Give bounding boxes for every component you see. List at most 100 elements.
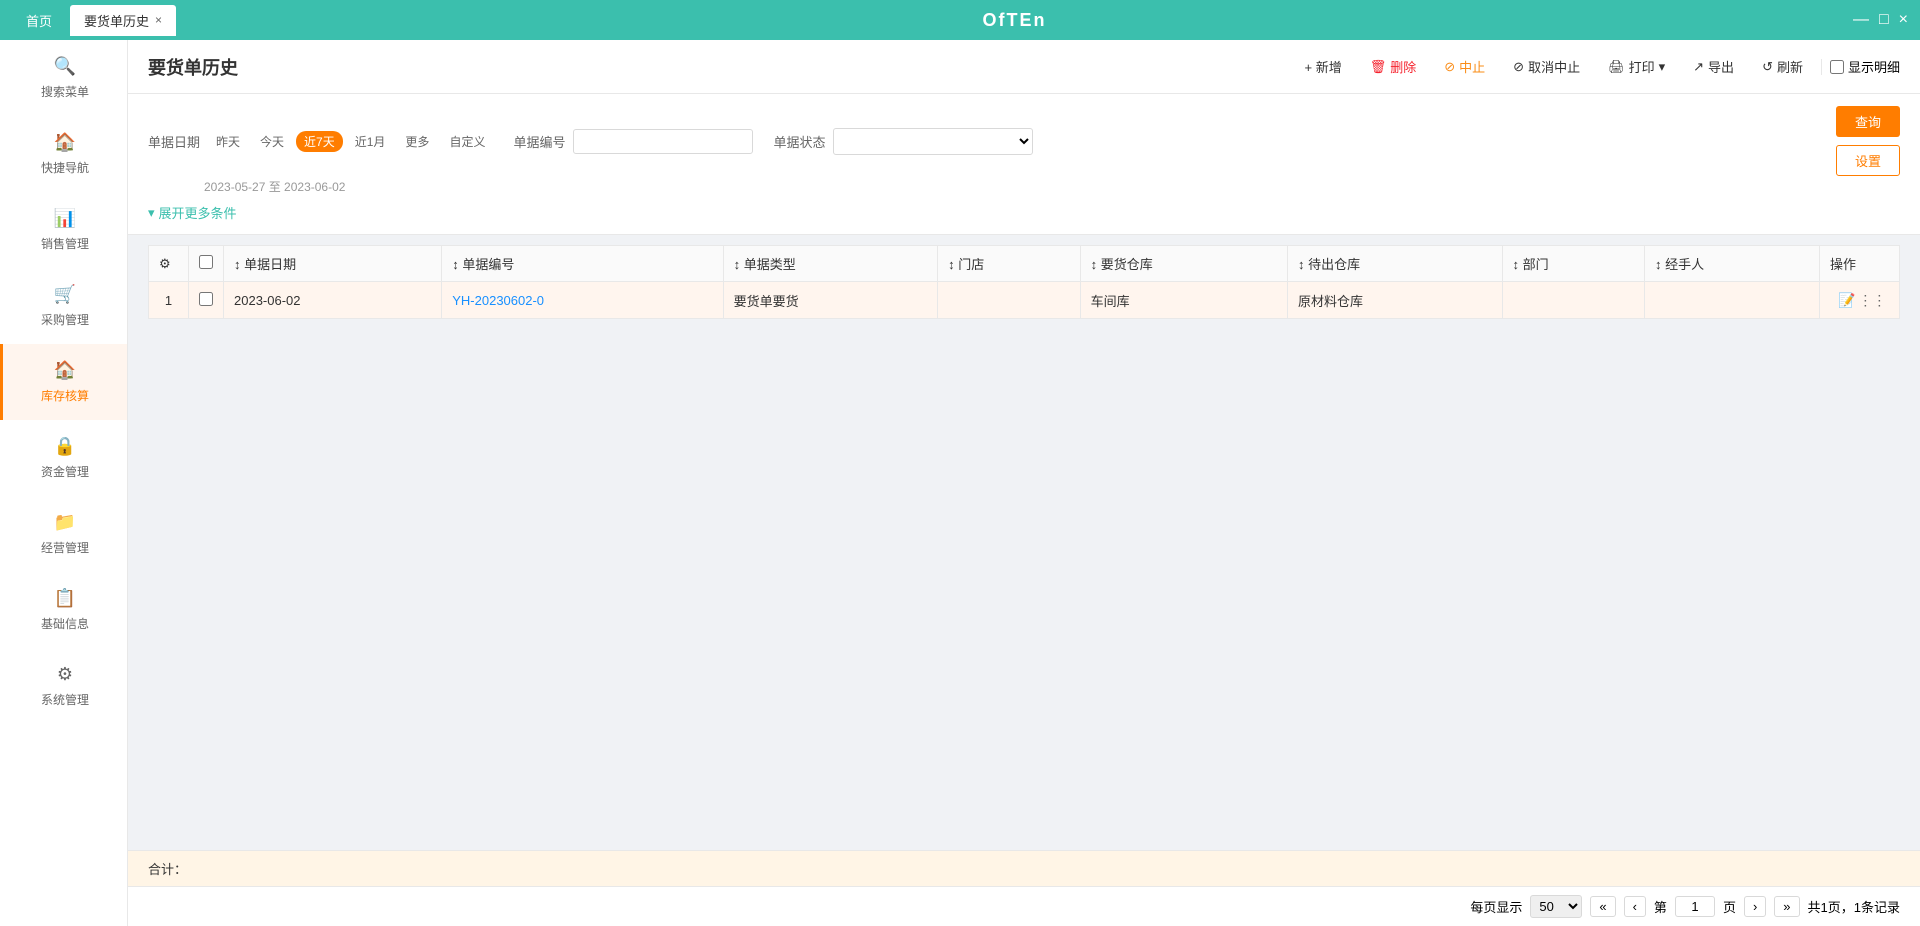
sales-icon: 📊: [54, 208, 76, 229]
date-btn-more[interactable]: 更多: [397, 131, 437, 152]
td-store: [938, 282, 1080, 319]
td-docno[interactable]: YH-20230602-0: [442, 282, 723, 319]
export-button[interactable]: ↗ 导出: [1683, 52, 1744, 81]
page-unit: 页: [1723, 897, 1736, 916]
prev-page-btn[interactable]: ‹: [1624, 896, 1646, 917]
query-button[interactable]: 查询: [1836, 106, 1900, 137]
first-page-btn[interactable]: «: [1590, 896, 1615, 917]
cancel-stop-button[interactable]: ⊘ 取消中止: [1503, 52, 1590, 81]
filter-status-select[interactable]: [833, 128, 1033, 155]
th-handler: ↕ 经手人: [1645, 246, 1820, 282]
maximize-btn[interactable]: □: [1879, 11, 1889, 29]
delete-button[interactable]: 🗑 删除: [1360, 52, 1427, 81]
date-btn-1month[interactable]: 近1月: [347, 131, 394, 152]
select-all-checkbox[interactable]: [199, 255, 213, 269]
page-size-select[interactable]: 50 100: [1530, 895, 1582, 918]
td-date: 2023-06-02: [224, 282, 442, 319]
page-title: 要货单历史: [148, 54, 238, 80]
data-table: ⚙ ↕ 单据日期 ↕ 单据编号 ↕ 单据类型 ↕ 门店 ↕ 要货仓库 ↕ 待出仓…: [148, 245, 1900, 319]
print-dropdown-icon: ▾: [1659, 59, 1666, 75]
td-num: 1: [149, 282, 189, 319]
table-head: ⚙ ↕ 单据日期 ↕ 单据编号 ↕ 单据类型 ↕ 门店 ↕ 要货仓库 ↕ 待出仓…: [149, 246, 1900, 282]
system-icon: ⚙: [57, 664, 73, 685]
close-tab-icon[interactable]: ×: [155, 13, 162, 27]
td-req-warehouse: 车间库: [1080, 282, 1287, 319]
sidebar-label-system: 系统管理: [41, 691, 89, 708]
brand-text: OfTEn: [983, 10, 1047, 31]
page-size-label: 每页显示: [1470, 897, 1522, 916]
page-actions: + 新增 🗑 删除 ⊘ 中止 ⊘ 取消中止 🖨 打印 ▾: [1294, 52, 1900, 81]
edit-icon[interactable]: 📝: [1836, 289, 1858, 311]
th-store: ↕ 门店: [938, 246, 1080, 282]
sidebar-item-quick-nav[interactable]: 🏠 快捷导航: [0, 116, 127, 192]
next-page-btn[interactable]: ›: [1744, 896, 1766, 917]
stop-button[interactable]: ⊘ 中止: [1434, 52, 1495, 81]
main-layout: 🔍 搜索菜单 🏠 快捷导航 📊 销售管理 🛒 采购管理 🏠 库存核算 🔒 资金管…: [0, 40, 1920, 926]
expand-filters-btn[interactable]: ▾ 展开更多条件: [148, 203, 1900, 222]
sidebar: 🔍 搜索菜单 🏠 快捷导航 📊 销售管理 🛒 采购管理 🏠 库存核算 🔒 资金管…: [0, 40, 128, 926]
date-shortcuts: 昨天 今天 近7天 近1月 更多 自定义: [208, 131, 493, 152]
sidebar-label-sales: 销售管理: [41, 235, 89, 252]
sidebar-label-quick-nav: 快捷导航: [41, 159, 89, 176]
stop-icon: ⊘: [1444, 59, 1455, 75]
search-menu-icon: 🔍: [54, 56, 76, 77]
sidebar-item-sales[interactable]: 📊 销售管理: [0, 192, 127, 268]
sidebar-item-search-menu[interactable]: 🔍 搜索菜单: [0, 40, 127, 116]
quick-nav-icon: 🏠: [54, 132, 76, 153]
last-page-btn[interactable]: »: [1774, 896, 1799, 917]
purchase-icon: 🛒: [54, 284, 76, 305]
show-detail-checkbox[interactable]: [1830, 60, 1844, 74]
date-btn-today[interactable]: 今天: [252, 131, 292, 152]
more-ops-icon[interactable]: ⋮⋮: [1861, 289, 1883, 311]
page-input[interactable]: [1675, 896, 1715, 917]
minimize-btn[interactable]: —: [1853, 11, 1869, 29]
sidebar-item-purchase[interactable]: 🛒 采购管理: [0, 268, 127, 344]
th-checkbox: [189, 246, 224, 282]
td-ops: 📝 ⋮⋮: [1820, 282, 1900, 319]
filter-row-1: 单据日期 昨天 今天 近7天 近1月 更多 自定义 单据编号: [148, 106, 1900, 176]
tab-home[interactable]: 首页: [12, 5, 66, 36]
sidebar-item-inventory[interactable]: 🏠 库存核算: [0, 344, 127, 420]
sidebar-item-system[interactable]: ⚙ 系统管理: [0, 648, 127, 724]
filter-docno-input[interactable]: [573, 129, 753, 154]
filter-status: 单据状态: [773, 128, 1033, 155]
refresh-icon: ↺: [1762, 59, 1773, 75]
total-info: 共1页，1条记录: [1808, 897, 1900, 916]
td-pending-warehouse: 原材料仓库: [1287, 282, 1502, 319]
date-btn-yesterday[interactable]: 昨天: [208, 131, 248, 152]
date-range-display: 2023-05-27 至 2023-06-02: [204, 180, 345, 194]
cancel-stop-icon: ⊘: [1513, 59, 1524, 75]
close-btn[interactable]: ×: [1899, 11, 1908, 29]
sidebar-item-operations[interactable]: 📁 经营管理: [0, 496, 127, 572]
sidebar-label-basic-info: 基础信息: [41, 615, 89, 632]
sidebar-label-finance: 资金管理: [41, 463, 89, 480]
sidebar-label-operations: 经营管理: [41, 539, 89, 556]
content-area: 要货单历史 + 新增 🗑 删除 ⊘ 中止 ⊘ 取消中止 🖨 打印: [128, 40, 1920, 926]
refresh-button[interactable]: ↺ 刷新: [1752, 52, 1813, 81]
table-body: 1 2023-06-02 YH-20230602-0 要货单要货 车间库 原材料…: [149, 282, 1900, 319]
print-icon: 🖨: [1608, 59, 1625, 75]
th-settings: ⚙: [149, 246, 189, 282]
show-detail-label[interactable]: 显示明细: [1830, 57, 1900, 76]
table-wrap: ⚙ ↕ 单据日期 ↕ 单据编号 ↕ 单据类型 ↕ 门店 ↕ 要货仓库 ↕ 待出仓…: [128, 235, 1920, 850]
row-checkbox[interactable]: [199, 292, 213, 306]
basic-info-icon: 📋: [54, 588, 76, 609]
sidebar-item-basic-info[interactable]: 📋 基础信息: [0, 572, 127, 648]
th-doctype: ↕ 单据类型: [723, 246, 938, 282]
tab-active[interactable]: 要货单历史 ×: [70, 5, 176, 36]
filter-date: 单据日期 昨天 今天 近7天 近1月 更多 自定义: [148, 131, 493, 152]
divider: [1821, 59, 1822, 75]
jump-label: 第: [1654, 897, 1667, 916]
doc-no-link[interactable]: YH-20230602-0: [452, 293, 544, 308]
export-icon: ↗: [1693, 59, 1704, 75]
sidebar-label-purchase: 采购管理: [41, 311, 89, 328]
print-button[interactable]: 🖨 打印 ▾: [1598, 52, 1675, 81]
date-btn-custom[interactable]: 自定义: [441, 131, 493, 152]
th-pending-warehouse: ↕ 待出仓库: [1287, 246, 1502, 282]
sidebar-item-finance[interactable]: 🔒 资金管理: [0, 420, 127, 496]
setting-button[interactable]: 设置: [1836, 145, 1900, 176]
td-checkbox: [189, 282, 224, 319]
window-controls: — □ ×: [1853, 11, 1908, 29]
new-button[interactable]: + 新增: [1294, 52, 1351, 81]
date-btn-7days[interactable]: 近7天: [296, 131, 343, 152]
